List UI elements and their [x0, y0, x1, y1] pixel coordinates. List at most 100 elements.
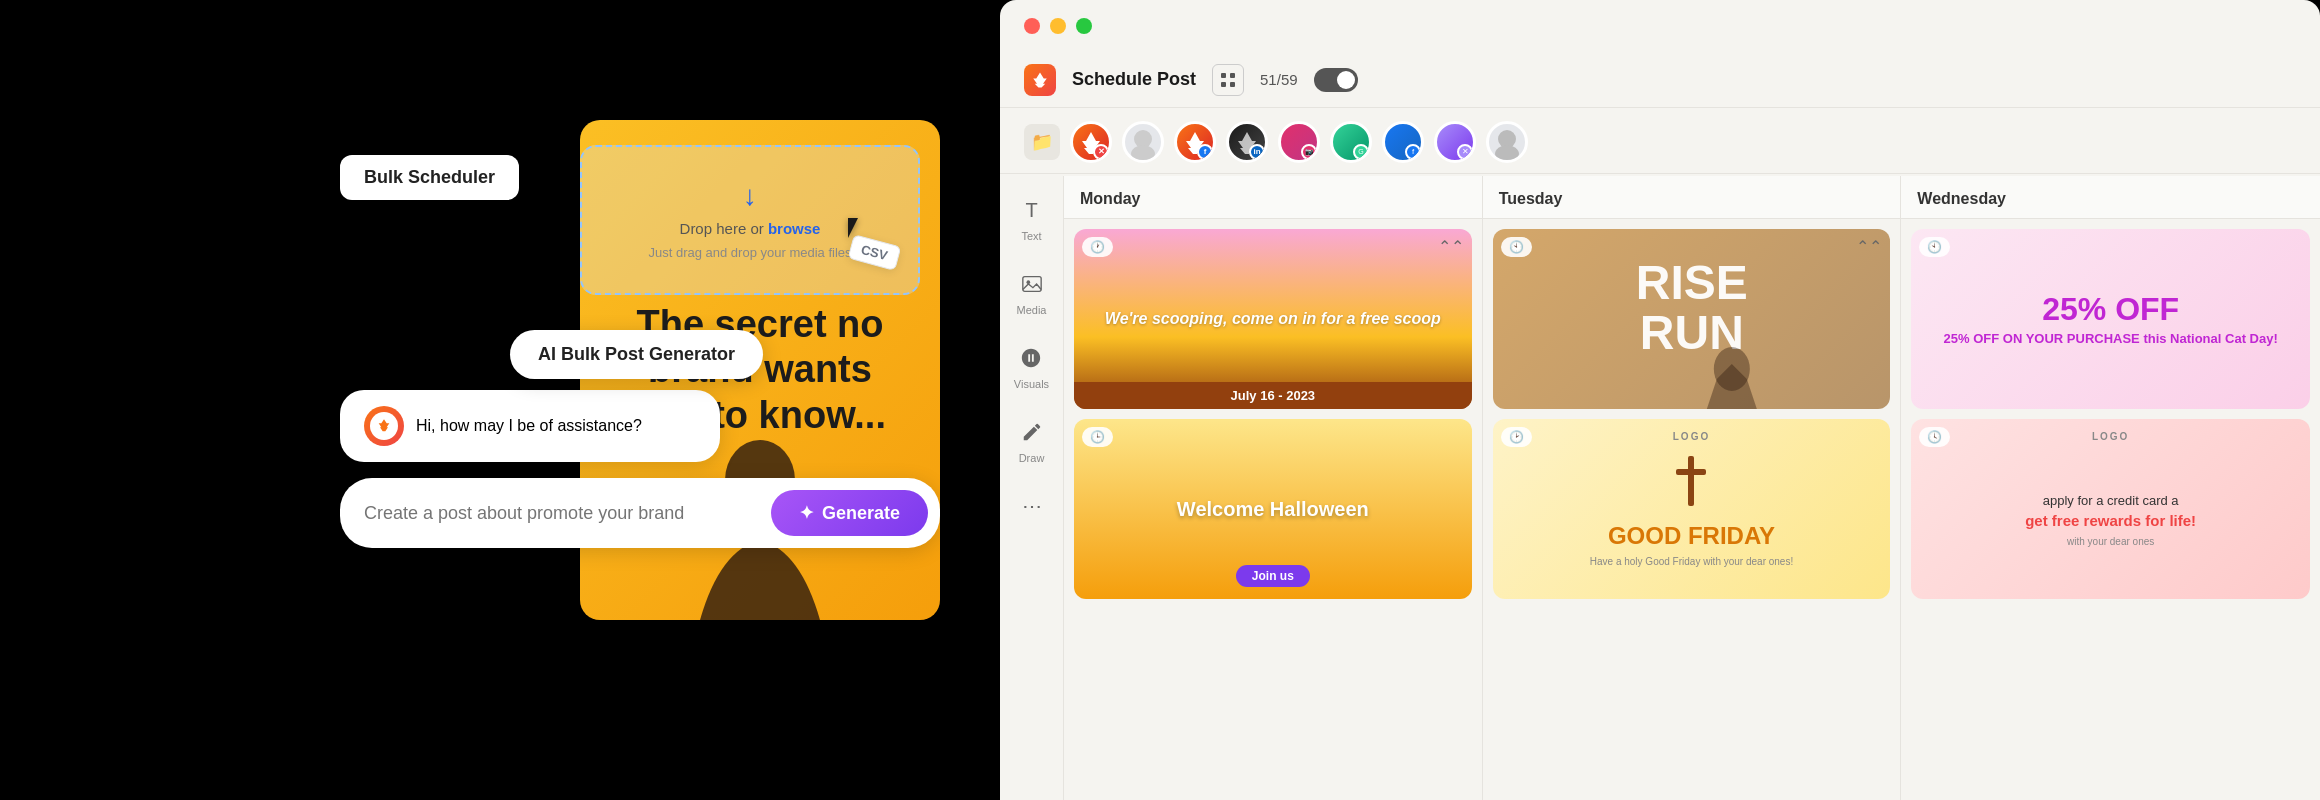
account-avatar-9[interactable] [1486, 121, 1528, 163]
wednesday-posts: 🕙 25% OFF 25% OFF ON YOUR PURCHASE this … [1901, 219, 2320, 800]
tuesday-posts: 🕙 ⌃⌃ RISE RUN [1483, 219, 1901, 800]
credit-card-highlight: get free rewards for life! [2025, 511, 2196, 531]
wednesday-post-2[interactable]: 🕓 LOGO apply for a credit card a get fre… [1911, 419, 2310, 599]
credit-card-text: apply for a credit card a [2043, 491, 2179, 511]
tuesday-post-1[interactable]: 🕙 ⌃⌃ RISE RUN [1493, 229, 1891, 409]
bot-message-bubble: Hi, how may I be of assistance? [340, 390, 720, 462]
av8-badge: ✕ [1457, 144, 1473, 160]
monday-header: Monday [1064, 176, 1482, 219]
account-avatar-6[interactable]: G [1330, 121, 1372, 163]
media-tool-label: Media [1017, 304, 1047, 316]
av5-badge: 📷 [1301, 144, 1317, 160]
svg-rect-15 [1688, 456, 1694, 506]
account-avatar-4[interactable]: in [1226, 121, 1268, 163]
account-avatar-1[interactable]: ✕ [1070, 121, 1112, 163]
av9-face [1489, 124, 1525, 160]
account-avatar-7[interactable]: f [1382, 121, 1424, 163]
folder-icon[interactable]: 📁 [1024, 124, 1060, 160]
credit-card-content: LOGO apply for a credit card a get free … [1911, 419, 2310, 599]
window-controls [1024, 18, 1092, 34]
svg-point-9 [1495, 145, 1519, 160]
account-avatar-2[interactable] [1122, 121, 1164, 163]
svg-rect-10 [1022, 277, 1040, 292]
cat-day-content: 25% OFF 25% OFF ON YOUR PURCHASE this Na… [1911, 229, 2310, 409]
minimize-button[interactable] [1050, 18, 1066, 34]
tuesday-column: Tuesday 🕙 ⌃⌃ RISE RUN [1483, 176, 1902, 800]
ice-cream-text-block: We're scooping, come on in for a free sc… [1105, 308, 1441, 330]
av6-badge: G [1353, 144, 1369, 160]
ai-bulk-label[interactable]: AI Bulk Post Generator [510, 330, 763, 379]
svg-rect-3 [1221, 82, 1226, 87]
clock-icon-5: 🕙 [1927, 240, 1942, 254]
good-friday-text: GOOD FRIDAY [1608, 523, 1775, 549]
counter-badge: 51/59 [1260, 71, 1298, 88]
monday-post-1[interactable]: 🕐 ⌃⌃ We're scooping, come on in for a fr… [1074, 229, 1472, 409]
grid-icon [1220, 72, 1236, 88]
monday-post-2[interactable]: 🕒 Welcome Halloween Join us [1074, 419, 1472, 599]
good-friday-logo: LOGO [1673, 431, 1710, 442]
av3-badge: f [1197, 144, 1213, 160]
chat-input[interactable] [364, 503, 759, 524]
media-tool-icon [1018, 270, 1046, 298]
svg-text:RISE: RISE [1635, 256, 1747, 309]
panel-title: Schedule Post [1072, 69, 1196, 90]
ai-bulk-label-text: AI Bulk Post Generator [538, 344, 735, 364]
visuals-tool-label: Visuals [1014, 378, 1049, 390]
tuesday-post-1-time: 🕙 [1501, 237, 1532, 257]
monday-post-2-time: 🕒 [1082, 427, 1113, 447]
wednesday-column: Wednesday 🕙 25% OFF 25% OFF ON YOUR PURC… [1901, 176, 2320, 800]
drop-subtext: Just drag and drop your media files [648, 245, 851, 260]
media-icon-svg [1021, 273, 1043, 295]
svg-rect-1 [1221, 73, 1226, 78]
clock-icon-1: 🕐 [1090, 240, 1105, 254]
panel-header: Schedule Post 51/59 [1000, 52, 2320, 108]
av1-badge-x: ✕ [1098, 148, 1105, 156]
close-button[interactable] [1024, 18, 1040, 34]
monday-column: Monday 🕐 ⌃⌃ We're scooping, come on in f… [1064, 176, 1483, 800]
generate-label: Generate [822, 503, 900, 524]
brand-logo-icon [1031, 71, 1049, 89]
tool-visuals[interactable]: Visuals [1014, 344, 1049, 390]
svg-point-7 [1131, 145, 1155, 160]
halloween-headline: Welcome Halloween [1177, 498, 1369, 521]
svg-rect-2 [1230, 73, 1235, 78]
ice-cream-headline: We're scooping, come on in for a free sc… [1105, 308, 1441, 330]
halloween-join-label: Join us [1236, 565, 1310, 587]
maximize-button[interactable] [1076, 18, 1092, 34]
account-avatar-5[interactable]: 📷 [1278, 121, 1320, 163]
wednesday-post-1[interactable]: 🕙 25% OFF 25% OFF ON YOUR PURCHASE this … [1911, 229, 2310, 409]
text-tool-icon: T [1018, 196, 1046, 224]
tuesday-post-2[interactable]: 🕑 LOGO GOOD FRIDAY [1493, 419, 1891, 599]
av4-badge: in [1249, 144, 1265, 160]
wednesday-header: Wednesday [1901, 176, 2320, 219]
monday-post-1-time: 🕐 [1082, 237, 1113, 257]
clock-icon-3: 🕙 [1509, 240, 1524, 254]
cross-svg [1671, 451, 1711, 511]
generate-button[interactable]: ✦ Generate [771, 490, 928, 536]
credit-card-subtext: with your dear ones [2067, 536, 2154, 547]
right-panel: Schedule Post 51/59 📁 ✕ [1000, 0, 2320, 800]
drop-arrow-icon: ↓ [743, 180, 757, 212]
browse-link[interactable]: browse [768, 220, 821, 237]
cat-day-text: 25% OFF ON YOUR PURCHASE this National C… [1944, 331, 2278, 346]
clock-icon-2: 🕒 [1090, 430, 1105, 444]
visuals-icon-svg [1020, 347, 1042, 369]
account-avatar-3[interactable]: f [1174, 121, 1216, 163]
expand-icon-1[interactable]: ⌃⌃ [1438, 237, 1464, 256]
bot-message-text: Hi, how may I be of assistance? [416, 417, 642, 435]
av7-badge: f [1405, 144, 1421, 160]
drop-zone[interactable]: ↓ Drop here or browse Just drag and drop… [580, 145, 920, 295]
account-avatar-8[interactable]: ✕ [1434, 121, 1476, 163]
av1-badge: ✕ [1093, 144, 1109, 160]
monday-posts: 🕐 ⌃⌃ We're scooping, come on in for a fr… [1064, 219, 1482, 800]
halloween-text-block: Welcome Halloween [1177, 498, 1369, 521]
visuals-tool-icon [1017, 344, 1045, 372]
tool-media[interactable]: Media [1017, 270, 1047, 316]
tool-text[interactable]: T Text [1018, 196, 1046, 242]
chat-input-row: ✦ Generate [340, 478, 940, 548]
toggle-switch[interactable] [1314, 68, 1358, 92]
expand-icon-2[interactable]: ⌃⌃ [1856, 237, 1882, 256]
bulk-scheduler-label[interactable]: Bulk Scheduler [340, 155, 519, 200]
grid-view-button[interactable] [1212, 64, 1244, 96]
calendar-area: T Text Media Vis [1000, 176, 2320, 800]
